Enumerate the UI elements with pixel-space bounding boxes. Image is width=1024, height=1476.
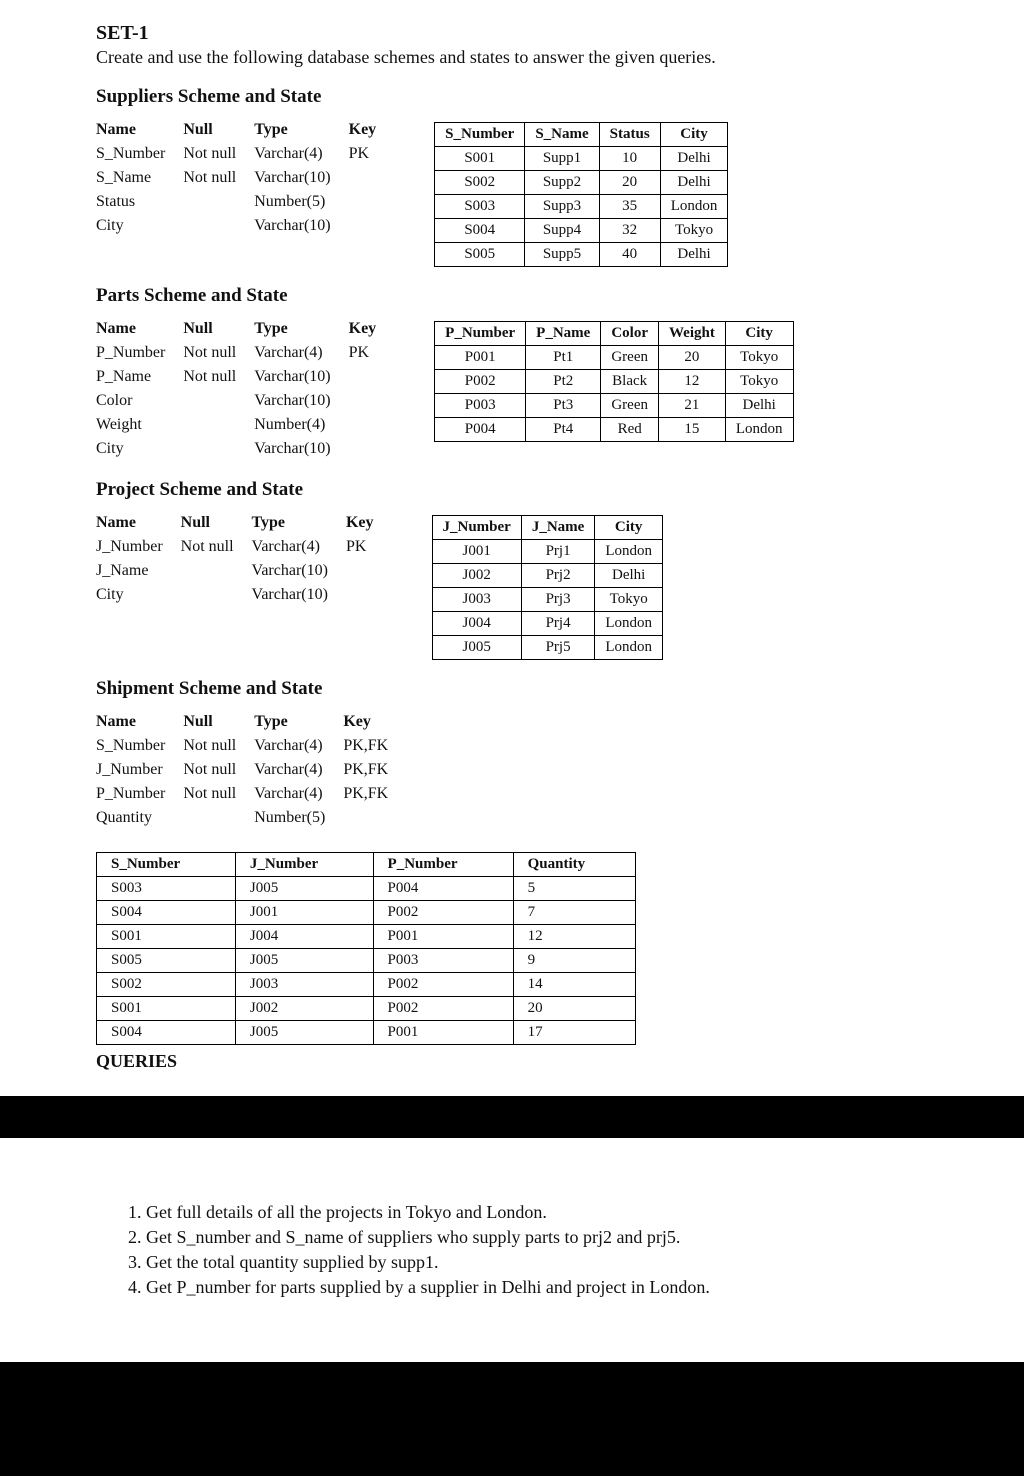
- col: S_Number: [97, 853, 236, 877]
- shipment-state-table: S_Number J_Number P_Number Quantity S003…: [96, 852, 636, 1045]
- schema-row: S_NameNot nullVarchar(10): [96, 166, 394, 190]
- queries-label: QUERIES: [96, 1051, 934, 1072]
- query-item: Get P_number for parts supplied by a sup…: [146, 1277, 934, 1298]
- col-type: Type: [252, 511, 346, 535]
- col-null: Null: [181, 511, 252, 535]
- table-row: S005Supp540Delhi: [435, 243, 728, 267]
- schema-row: P_NumberNot nullVarchar(4)PK: [96, 341, 394, 365]
- col: S_Number: [435, 123, 525, 147]
- table-row: J002Prj2Delhi: [432, 564, 663, 588]
- col-key: Key: [349, 317, 395, 341]
- col: J_Name: [521, 516, 595, 540]
- schema-row: CityVarchar(10): [96, 437, 394, 461]
- col: Status: [599, 123, 660, 147]
- table-row: S001J002P00220: [97, 997, 636, 1021]
- table-row: J005Prj5London: [432, 636, 663, 660]
- schema-row: CityVarchar(10): [96, 583, 392, 607]
- col-type: Type: [254, 317, 348, 341]
- schema-row: S_NumberNot nullVarchar(4)PK: [96, 142, 394, 166]
- project-state-table: J_Number J_Name City J001Prj1London J002…: [432, 515, 664, 660]
- table-row: S003Supp335London: [435, 195, 728, 219]
- col-name: Name: [96, 710, 183, 734]
- queries-list: Get full details of all the projects in …: [120, 1202, 934, 1298]
- table-row: J004Prj4London: [432, 612, 663, 636]
- table-row: S001Supp110Delhi: [435, 147, 728, 171]
- project-schema-table: Name Null Type Key J_NumberNot nullVarch…: [96, 511, 392, 607]
- col: City: [660, 123, 728, 147]
- col-key: Key: [346, 511, 392, 535]
- col: P_Name: [526, 322, 601, 346]
- document-set-title: SET-1: [96, 22, 934, 45]
- col-type: Type: [254, 710, 343, 734]
- schema-row: J_NumberNot nullVarchar(4)PK,FK: [96, 758, 406, 782]
- schema-row: J_NumberNot nullVarchar(4)PK: [96, 535, 392, 559]
- schema-row: J_NameVarchar(10): [96, 559, 392, 583]
- col: P_Number: [435, 322, 526, 346]
- parts-schema-table: Name Null Type Key P_NumberNot nullVarch…: [96, 317, 394, 461]
- suppliers-heading: Suppliers Scheme and State: [96, 86, 934, 108]
- table-row: S004J005P00117: [97, 1021, 636, 1045]
- col: J_Number: [432, 516, 521, 540]
- suppliers-schema-table: Name Null Type Key S_NumberNot nullVarch…: [96, 118, 394, 238]
- col-null: Null: [183, 710, 254, 734]
- shipment-schema-table: Name Null Type Key S_NumberNot nullVarch…: [96, 710, 406, 830]
- col: City: [725, 322, 793, 346]
- query-item: Get full details of all the projects in …: [146, 1202, 934, 1223]
- schema-row: P_NumberNot nullVarchar(4)PK,FK: [96, 782, 406, 806]
- suppliers-state-table: S_Number S_Name Status City S001Supp110D…: [434, 122, 728, 267]
- table-row: S003J005P0045: [97, 877, 636, 901]
- table-row: J003Prj3Tokyo: [432, 588, 663, 612]
- col-null: Null: [183, 317, 254, 341]
- shipment-heading: Shipment Scheme and State: [96, 678, 934, 700]
- schema-row: WeightNumber(4): [96, 413, 394, 437]
- table-row: S004Supp432Tokyo: [435, 219, 728, 243]
- col: Weight: [659, 322, 726, 346]
- table-row: J001Prj1London: [432, 540, 663, 564]
- table-row: S004J001P0027: [97, 901, 636, 925]
- col-name: Name: [96, 118, 183, 142]
- query-item: Get S_number and S_name of suppliers who…: [146, 1227, 934, 1248]
- table-row: S002J003P00214: [97, 973, 636, 997]
- col: P_Number: [373, 853, 513, 877]
- col: S_Name: [525, 123, 599, 147]
- schema-row: ColorVarchar(10): [96, 389, 394, 413]
- schema-row: S_NumberNot nullVarchar(4)PK,FK: [96, 734, 406, 758]
- col: J_Number: [235, 853, 373, 877]
- table-row: P003Pt3Green21Delhi: [435, 394, 793, 418]
- table-row: P004Pt4Red15London: [435, 418, 793, 442]
- parts-state-table: P_Number P_Name Color Weight City P001Pt…: [434, 321, 793, 442]
- col: City: [595, 516, 663, 540]
- col-key: Key: [349, 118, 395, 142]
- col: Quantity: [513, 853, 635, 877]
- col-key: Key: [343, 710, 406, 734]
- schema-row: CityVarchar(10): [96, 214, 394, 238]
- project-heading: Project Scheme and State: [96, 479, 934, 501]
- table-row: S005J005P0039: [97, 949, 636, 973]
- page-gap: [0, 1096, 1024, 1138]
- col-name: Name: [96, 317, 183, 341]
- schema-row: QuantityNumber(5): [96, 806, 406, 830]
- parts-heading: Parts Scheme and State: [96, 285, 934, 307]
- schema-row: StatusNumber(5): [96, 190, 394, 214]
- col: Color: [601, 322, 659, 346]
- schema-row: P_NameNot nullVarchar(10): [96, 365, 394, 389]
- table-row: P002Pt2Black12Tokyo: [435, 370, 793, 394]
- table-row: P001Pt1Green20Tokyo: [435, 346, 793, 370]
- col-name: Name: [96, 511, 181, 535]
- col-type: Type: [254, 118, 348, 142]
- query-item: Get the total quantity supplied by supp1…: [146, 1252, 934, 1273]
- document-intro: Create and use the following database sc…: [96, 47, 934, 68]
- table-row: S002Supp220Delhi: [435, 171, 728, 195]
- col-null: Null: [183, 118, 254, 142]
- table-row: S001J004P00112: [97, 925, 636, 949]
